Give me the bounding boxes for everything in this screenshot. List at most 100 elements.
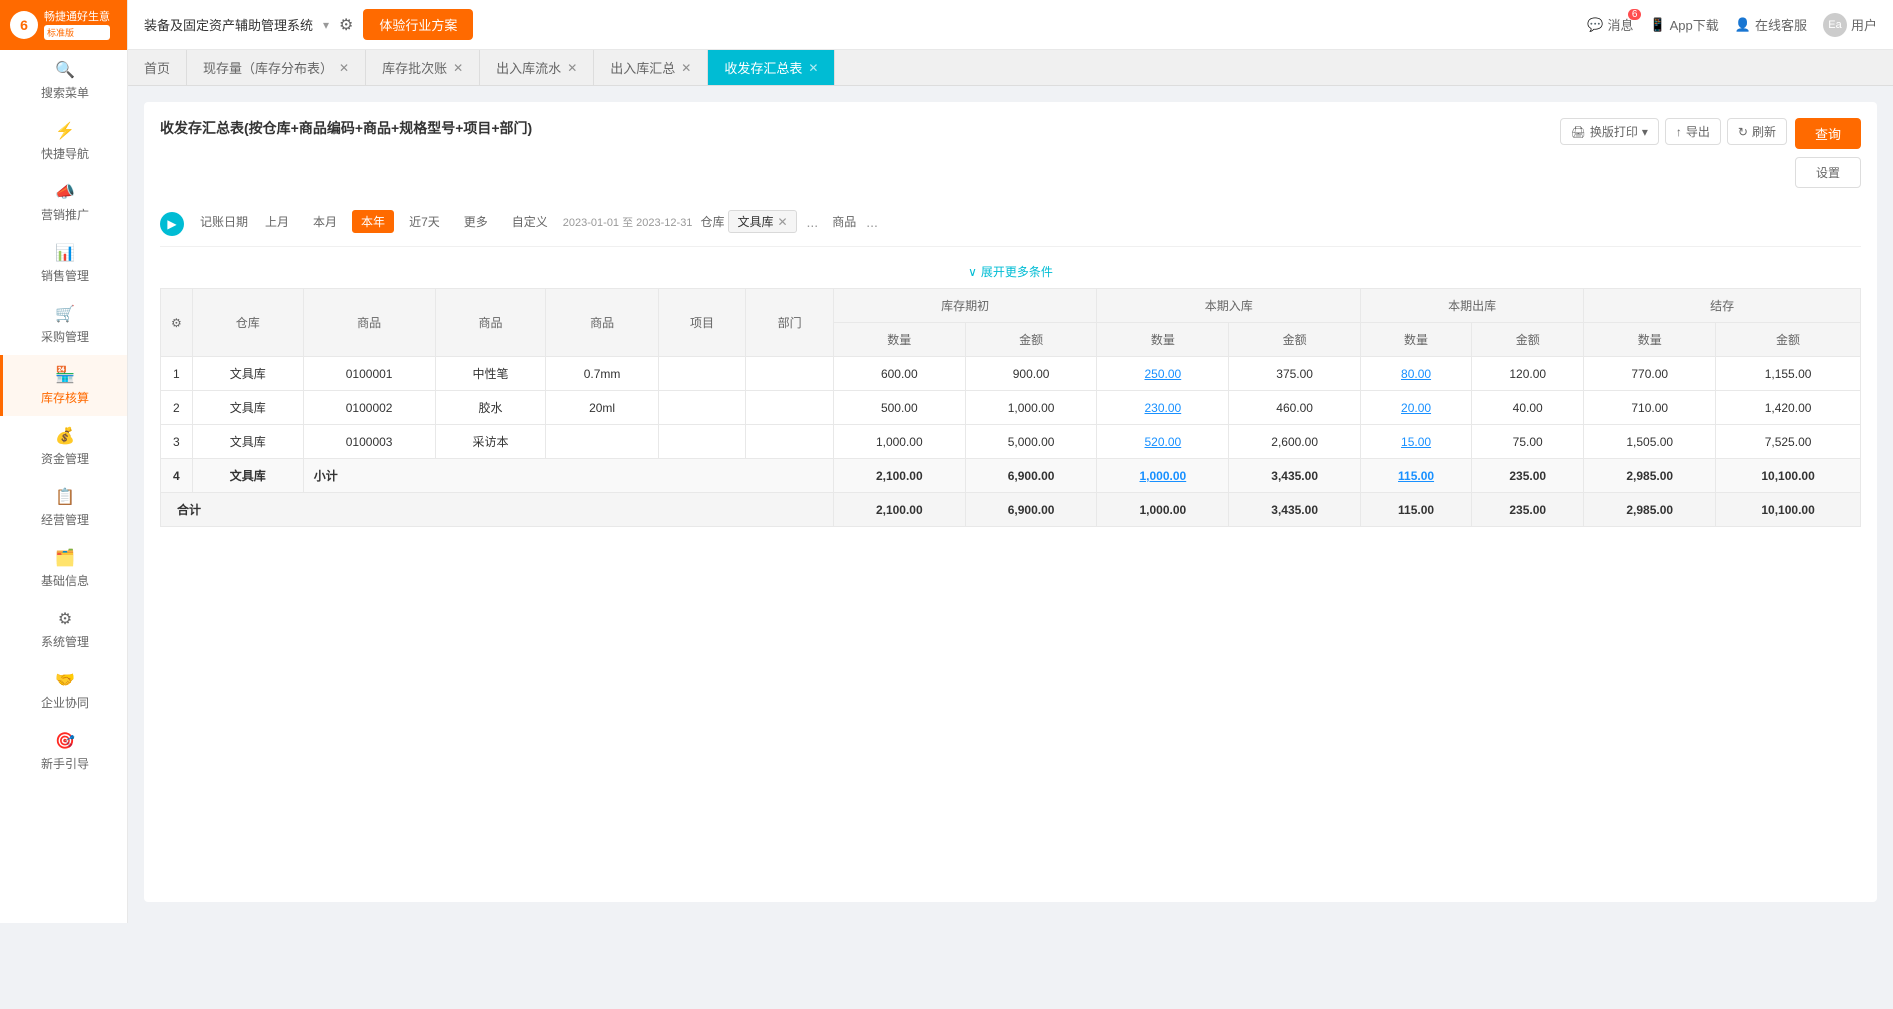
sidebar-item-marketing[interactable]: 📣营销推广 [0, 172, 127, 233]
data-table: ⚙ 仓库 商品 商品 商品 项目 部门 库存期初 本期入库 本期出库 结存 数量 [160, 288, 1861, 527]
cell-no: 3 [161, 425, 193, 459]
sub-label: 小计 [303, 459, 833, 493]
sub-out-amt: 235.00 [1472, 459, 1584, 493]
goods-label: 商品 [832, 213, 856, 230]
tab-receive_summary[interactable]: 收发存汇总表✕ [708, 50, 835, 86]
cta-button[interactable]: 体验行业方案 [363, 9, 473, 40]
tab-batch[interactable]: 库存批次账✕ [366, 50, 480, 86]
cell-out-qty[interactable]: 15.00 [1361, 425, 1472, 459]
nav-icon-operation: 📋 [55, 487, 75, 507]
warehouse-tag-value: 文具库 [737, 213, 773, 230]
tab-label-inout_flow: 出入库流水 [496, 58, 561, 77]
sidebar-item-enterprise[interactable]: 🤝企业协同 [0, 660, 127, 721]
tab-home[interactable]: 首页 [128, 50, 187, 86]
nav-icon-enterprise: 🤝 [55, 670, 75, 690]
nav-icon-finance: 💰 [55, 426, 75, 446]
filter-last-month[interactable]: 上月 [256, 210, 298, 233]
sidebar-item-purchase[interactable]: 🛒采购管理 [0, 294, 127, 355]
logo-text: 畅捷通好生意 [44, 10, 110, 25]
cell-close-amt: 1,155.00 [1716, 357, 1861, 391]
expand-label: 展开更多条件 [981, 263, 1053, 280]
refresh-button[interactable]: ↻ 刷新 [1727, 118, 1787, 145]
sidebar-item-base[interactable]: 🗂️基础信息 [0, 538, 127, 599]
sidebar-item-operation[interactable]: 📋 经营管理 [0, 477, 127, 538]
tab-close-inventory_dist[interactable]: ✕ [339, 61, 349, 75]
tab-inout_flow[interactable]: 出入库流水 ✕ [480, 50, 594, 86]
filter-7days[interactable]: 近7天 [400, 210, 449, 233]
cell-out-amt: 75.00 [1472, 425, 1584, 459]
expand-button[interactable]: ∨ 展开更多条件 [968, 263, 1053, 280]
filter-section: 记账日期 上月 本月 本年 近7天 更多 自定义 2023-01-01 至 20… [200, 210, 1861, 233]
th-close-amt: 金额 [1716, 323, 1861, 357]
sidebar-item-newbie[interactable]: 🎯新手引导 [0, 721, 127, 782]
goods-more[interactable]: ... [860, 212, 884, 232]
total-in-qty: 1,000.00 [1097, 493, 1229, 527]
cell-open-amt: 900.00 [965, 357, 1097, 391]
system-title: 装备及固定资产辅助管理系统 [144, 15, 313, 34]
app-download-label: App下载 [1670, 15, 1719, 34]
cell-close-qty: 710.00 [1584, 391, 1716, 425]
sidebar-item-search[interactable]: 🔍搜索菜单 [0, 50, 127, 111]
sidebar-item-finance[interactable]: 💰资金管理 [0, 416, 127, 477]
tab-close-batch[interactable]: ✕ [453, 61, 463, 75]
cell-in-qty[interactable]: 230.00 [1097, 391, 1229, 425]
cell-project [658, 391, 746, 425]
cell-name: 采访本 [435, 425, 546, 459]
th-in-qty: 数量 [1097, 323, 1229, 357]
sidebar-item-quick[interactable]: ⚡快捷导航 [0, 111, 127, 172]
table-row: 3 文具库 0100003 采访本 1,000.00 5,000.00 520.… [161, 425, 1861, 459]
tab-inventory_dist[interactable]: 现存量（库存分布表）✕ [187, 50, 366, 86]
filter-custom[interactable]: 自定义 [503, 210, 557, 233]
cell-out-amt: 40.00 [1472, 391, 1584, 425]
th-dept: 部门 [746, 289, 834, 357]
sub-warehouse: 文具库 [192, 459, 303, 493]
cell-in-qty[interactable]: 250.00 [1097, 357, 1229, 391]
query-button[interactable]: 查询 [1795, 118, 1861, 149]
cell-out-qty[interactable]: 20.00 [1361, 391, 1472, 425]
message-button[interactable]: 💬 消息 6 [1587, 15, 1633, 34]
message-icon: 💬 [1587, 17, 1603, 33]
cell-out-qty[interactable]: 80.00 [1361, 357, 1472, 391]
online-service-button[interactable]: 👤 在线客服 [1735, 15, 1807, 34]
filter-this-year[interactable]: 本年 [352, 210, 394, 233]
sub-in-qty[interactable]: 1,000.00 [1097, 459, 1229, 493]
table-header-top: ⚙ 仓库 商品 商品 商品 项目 部门 库存期初 本期入库 本期出库 结存 [161, 289, 1861, 323]
tab-close-receive_summary[interactable]: ✕ [808, 61, 818, 75]
user-label: 用户 [1851, 15, 1877, 34]
print-button[interactable]: 🖨 换版打印 ▾ [1560, 118, 1659, 145]
message-badge: 6 [1628, 9, 1642, 20]
nav-label-operation: 经营管理 [41, 511, 89, 528]
th-open-amt: 金额 [965, 323, 1097, 357]
filter-toggle[interactable]: ▶ [160, 212, 184, 236]
tab-close-inout_summary[interactable]: ✕ [681, 61, 691, 75]
logo-icon: 6 [10, 11, 38, 39]
cell-dept [746, 357, 834, 391]
filter-this-month[interactable]: 本月 [304, 210, 346, 233]
tab-inout_summary[interactable]: 出入库汇总✕ [594, 50, 708, 86]
warehouse-more[interactable]: ... [801, 212, 825, 232]
sidebar-logo: 6 畅捷通好生意 标准版 [0, 0, 127, 50]
sub-out-qty[interactable]: 115.00 [1361, 459, 1472, 493]
cell-in-qty[interactable]: 520.00 [1097, 425, 1229, 459]
sidebar-item-system[interactable]: ⚙系统管理 [0, 599, 127, 660]
app-download-button[interactable]: 📱 App下载 [1649, 15, 1718, 34]
cell-close-qty: 1,505.00 [1584, 425, 1716, 459]
export-button[interactable]: ↑ 导出 [1665, 118, 1721, 145]
settings-icon[interactable]: ⚙ [339, 15, 353, 35]
cell-in-amt: 460.00 [1229, 391, 1361, 425]
user-menu[interactable]: Ea 用户 [1823, 13, 1877, 37]
warehouse-tag-close[interactable]: ✕ [777, 215, 787, 229]
th-project: 项目 [658, 289, 746, 357]
sidebar-item-sales[interactable]: 📊销售管理 [0, 233, 127, 294]
table-wrapper: ⚙ 仓库 商品 商品 商品 项目 部门 库存期初 本期入库 本期出库 结存 数量 [160, 288, 1861, 527]
setting-button[interactable]: 设置 [1795, 157, 1861, 188]
th-out-amt: 金额 [1472, 323, 1584, 357]
tab-close-inout_flow[interactable]: ✕ [567, 61, 577, 75]
date-label: 记账日期 [200, 213, 248, 230]
total-out-qty: 115.00 [1361, 493, 1472, 527]
filter-more-dates[interactable]: 更多 [455, 210, 497, 233]
nav-label-purchase: 采购管理 [41, 328, 89, 345]
cell-warehouse: 文具库 [192, 425, 303, 459]
tabbar: 首页现存量（库存分布表）✕库存批次账✕出入库流水✕出入库汇总✕收发存汇总表✕ [128, 50, 1893, 86]
sidebar-item-inventory[interactable]: 🏪库存核算 [0, 355, 127, 416]
